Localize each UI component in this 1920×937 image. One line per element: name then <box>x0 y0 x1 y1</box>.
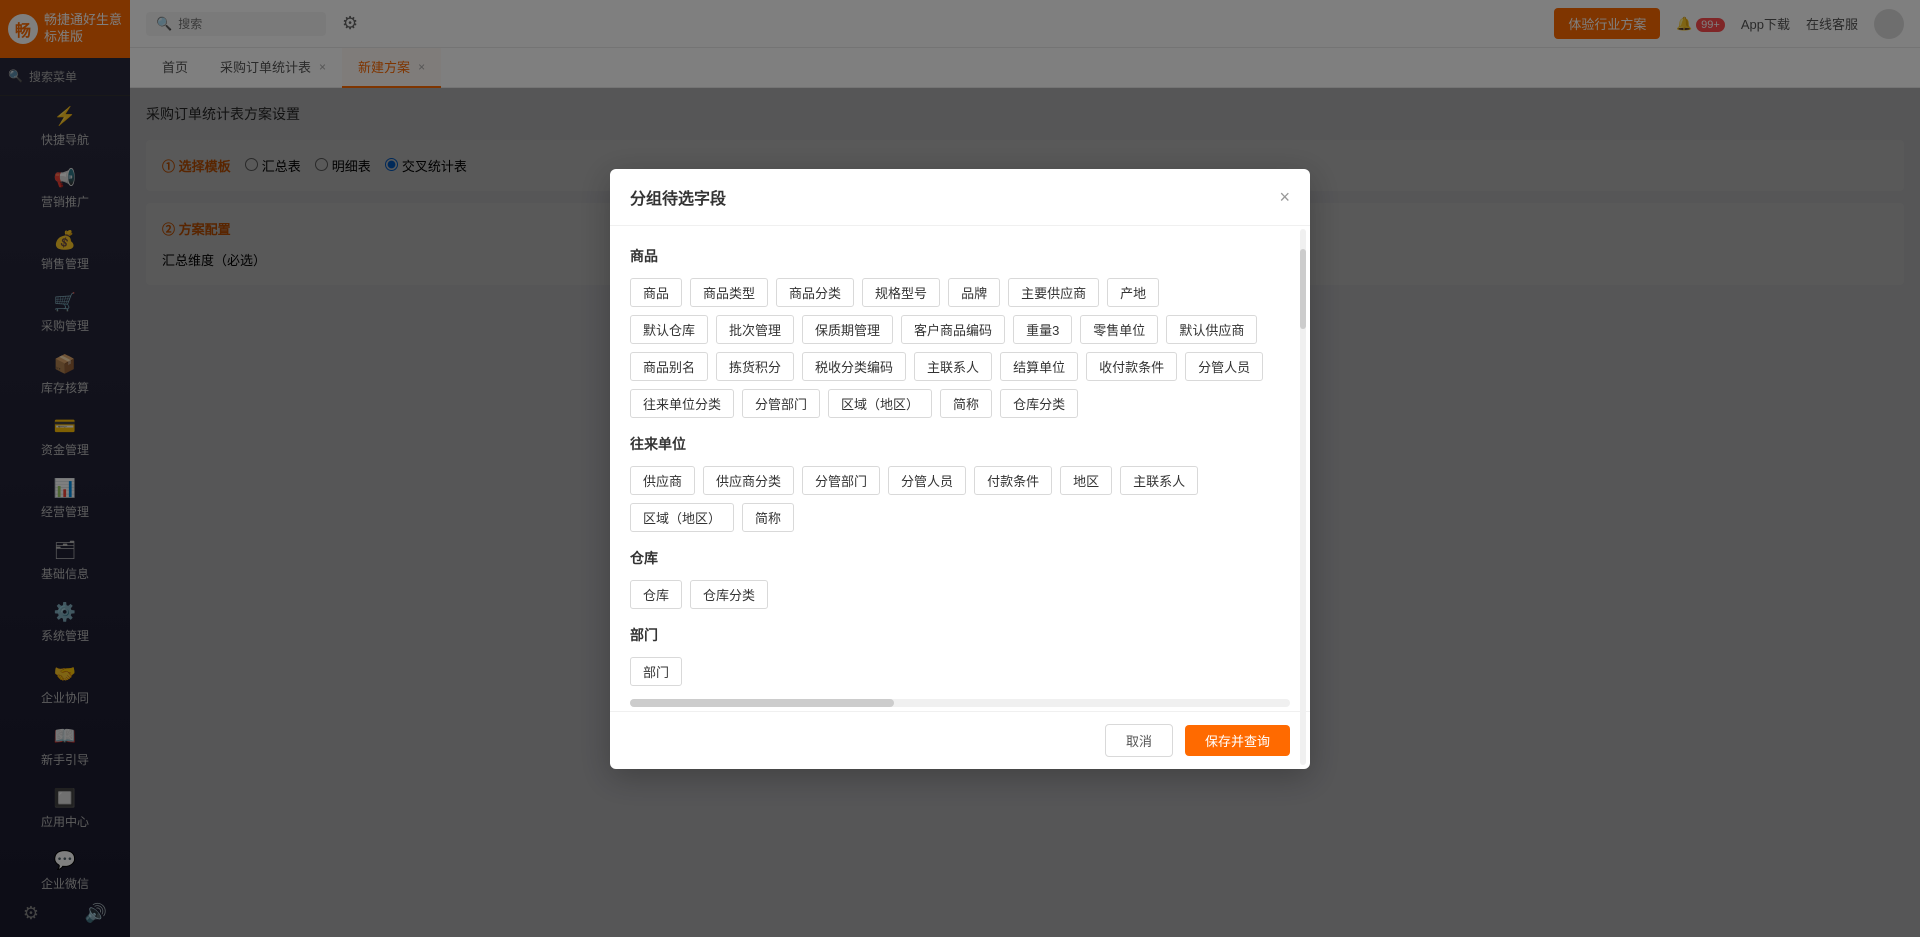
tag-goods-18[interactable]: 结算单位 <box>1000 352 1078 381</box>
tag-group-goods-4: 往来单位分类 分管部门 区域（地区） 简称 仓库分类 <box>630 389 1290 418</box>
modal-overlay: 分组待选字段 × 商品 商品 商品类型 商品分类 规格型号 品牌 主要供应商 产… <box>0 0 1920 937</box>
tag-goods-1[interactable]: 商品类型 <box>690 278 768 307</box>
section-title-department: 部门 <box>630 625 1290 645</box>
tag-goods-25[interactable]: 仓库分类 <box>1000 389 1078 418</box>
dialog-header: 分组待选字段 × <box>610 169 1310 226</box>
dialog-vertical-scrollbar[interactable] <box>1300 229 1306 765</box>
tag-goods-5[interactable]: 主要供应商 <box>1008 278 1099 307</box>
tag-goods-9[interactable]: 保质期管理 <box>802 315 893 344</box>
tag-goods-21[interactable]: 往来单位分类 <box>630 389 734 418</box>
tag-group-counterparty-2: 区域（地区） 简称 <box>630 503 1290 532</box>
section-title-warehouse: 仓库 <box>630 548 1290 568</box>
tag-cp-0[interactable]: 供应商 <box>630 466 695 495</box>
dialog-vscroll-thumb <box>1300 249 1306 329</box>
tag-goods-0[interactable]: 商品 <box>630 278 682 307</box>
tag-goods-16[interactable]: 税收分类编码 <box>802 352 906 381</box>
dialog-title: 分组待选字段 <box>630 185 726 209</box>
tag-goods-6[interactable]: 产地 <box>1107 278 1159 307</box>
tag-goods-13[interactable]: 默认供应商 <box>1166 315 1257 344</box>
tag-goods-12[interactable]: 零售单位 <box>1080 315 1158 344</box>
cancel-button[interactable]: 取消 <box>1105 724 1173 757</box>
tag-cp-7[interactable]: 区域（地区） <box>630 503 734 532</box>
tag-cp-4[interactable]: 付款条件 <box>974 466 1052 495</box>
dialog-hscroll-thumb <box>630 699 894 707</box>
dialog-group-fields: 分组待选字段 × 商品 商品 商品类型 商品分类 规格型号 品牌 主要供应商 产… <box>610 169 1310 769</box>
tag-goods-10[interactable]: 客户商品编码 <box>901 315 1005 344</box>
tag-cp-6[interactable]: 主联系人 <box>1120 466 1198 495</box>
dialog-body: 商品 商品 商品类型 商品分类 规格型号 品牌 主要供应商 产地 默认仓库 批次… <box>610 226 1310 699</box>
tag-goods-24[interactable]: 简称 <box>940 389 992 418</box>
section-title-counterparty: 往来单位 <box>630 434 1290 454</box>
tag-cp-8[interactable]: 简称 <box>742 503 794 532</box>
section-title-goods: 商品 <box>630 246 1290 266</box>
tag-goods-11[interactable]: 重量3 <box>1013 315 1072 344</box>
tag-goods-19[interactable]: 收付款条件 <box>1086 352 1177 381</box>
tag-cp-1[interactable]: 供应商分类 <box>703 466 794 495</box>
dialog-close-btn[interactable]: × <box>1279 188 1290 206</box>
tag-group-goods: 商品 商品类型 商品分类 规格型号 品牌 主要供应商 产地 <box>630 278 1290 307</box>
tag-goods-23[interactable]: 区域（地区） <box>828 389 932 418</box>
dialog-horizontal-scrollbar[interactable] <box>630 699 1290 707</box>
tag-group-goods-3: 商品别名 拣货积分 税收分类编码 主联系人 结算单位 收付款条件 分管人员 <box>630 352 1290 381</box>
tag-group-counterparty-1: 供应商 供应商分类 分管部门 分管人员 付款条件 地区 主联系人 <box>630 466 1290 495</box>
tag-goods-20[interactable]: 分管人员 <box>1185 352 1263 381</box>
tag-dept-0[interactable]: 部门 <box>630 657 682 686</box>
tag-goods-7[interactable]: 默认仓库 <box>630 315 708 344</box>
tag-group-department: 部门 <box>630 657 1290 686</box>
tag-goods-8[interactable]: 批次管理 <box>716 315 794 344</box>
tag-goods-2[interactable]: 商品分类 <box>776 278 854 307</box>
tag-group-goods-2: 默认仓库 批次管理 保质期管理 客户商品编码 重量3 零售单位 默认供应商 <box>630 315 1290 344</box>
tag-group-warehouse: 仓库 仓库分类 <box>630 580 1290 609</box>
tag-wh-0[interactable]: 仓库 <box>630 580 682 609</box>
tag-goods-22[interactable]: 分管部门 <box>742 389 820 418</box>
tag-cp-3[interactable]: 分管人员 <box>888 466 966 495</box>
tag-goods-3[interactable]: 规格型号 <box>862 278 940 307</box>
tag-wh-1[interactable]: 仓库分类 <box>690 580 768 609</box>
tag-goods-4[interactable]: 品牌 <box>948 278 1000 307</box>
tag-cp-5[interactable]: 地区 <box>1060 466 1112 495</box>
tag-cp-2[interactable]: 分管部门 <box>802 466 880 495</box>
save-query-button[interactable]: 保存并查询 <box>1185 725 1290 756</box>
tag-goods-14[interactable]: 商品别名 <box>630 352 708 381</box>
tag-goods-15[interactable]: 拣货积分 <box>716 352 794 381</box>
dialog-footer: 取消 保存并查询 <box>610 711 1310 769</box>
tag-goods-17[interactable]: 主联系人 <box>914 352 992 381</box>
